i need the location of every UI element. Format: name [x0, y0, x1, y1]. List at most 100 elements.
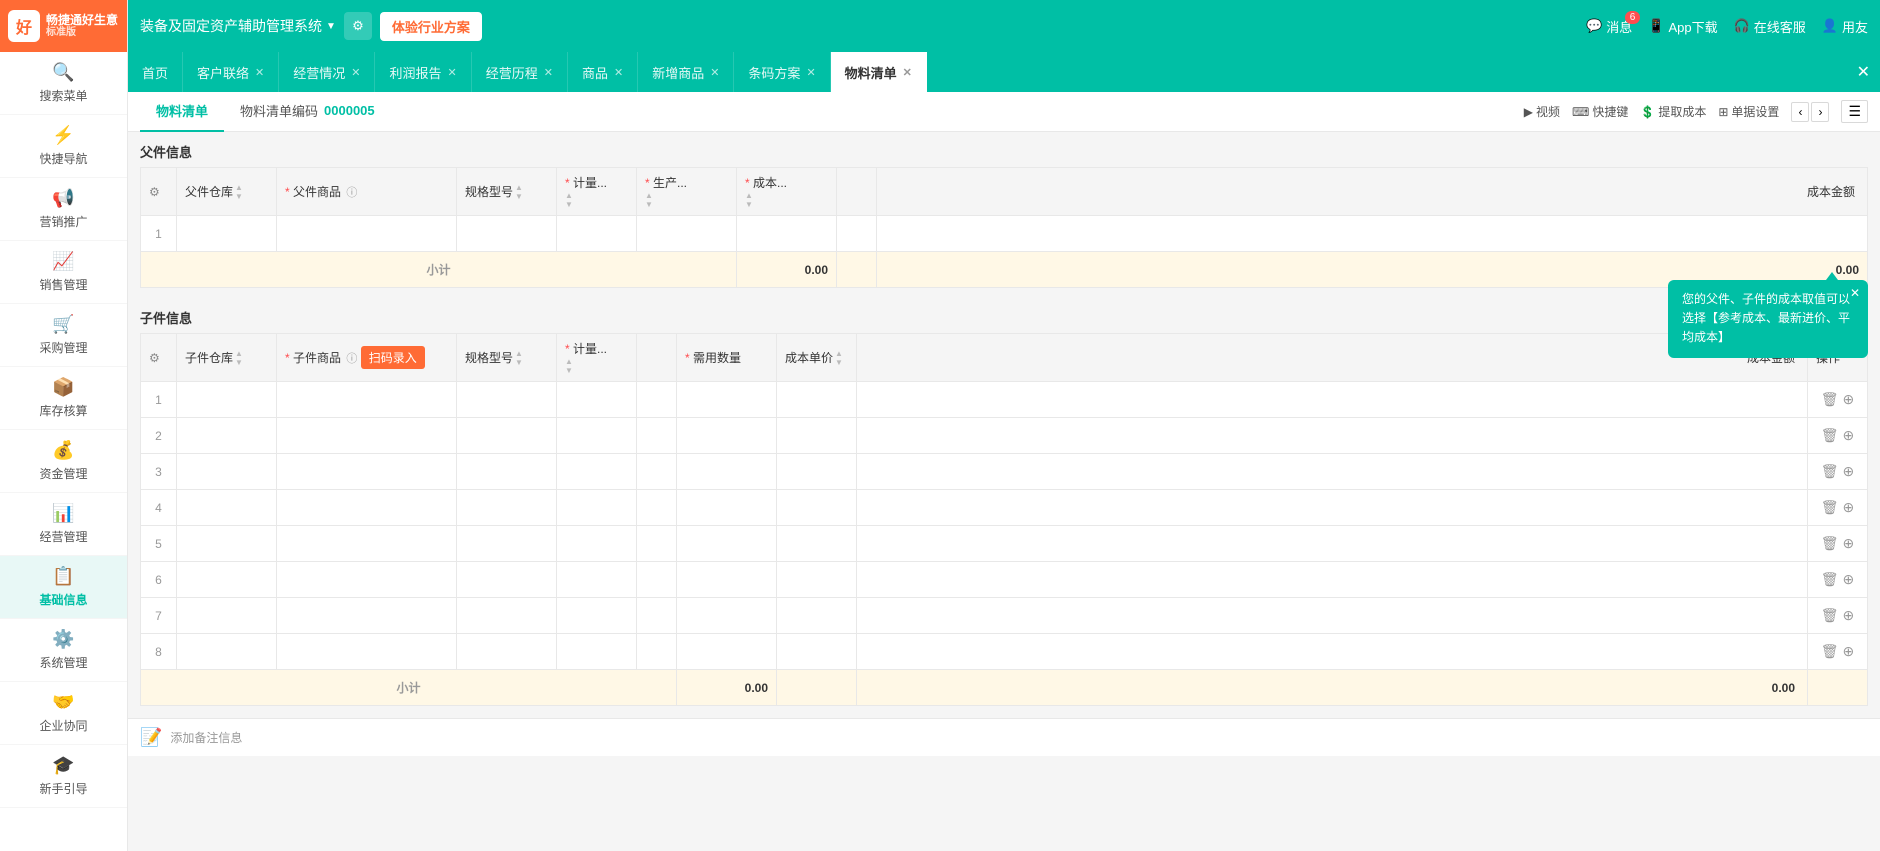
sidebar-item-0[interactable]: 🔍 搜索菜单	[0, 52, 127, 115]
child-needed-6[interactable]	[677, 598, 777, 634]
child-product-6[interactable]	[277, 598, 457, 634]
parent-product-cell[interactable]	[277, 216, 457, 252]
tab-material-code[interactable]: 物料清单编码 0000005	[224, 92, 391, 132]
nav-tab-8[interactable]: 物料清单✕	[831, 52, 927, 92]
child-warehouse-6[interactable]	[177, 598, 277, 634]
trial-button[interactable]: 体验行业方案	[380, 12, 482, 41]
child-amount-0[interactable]	[857, 382, 1808, 418]
delete-icon-4[interactable]: 🗑	[1821, 535, 1839, 552]
nav-tab-close-7[interactable]: ✕	[806, 66, 815, 79]
child-product-0[interactable]	[277, 382, 457, 418]
nav-tab-7[interactable]: 条码方案✕	[734, 52, 830, 92]
copy-icon-7[interactable]: ⊕	[1843, 643, 1855, 660]
child-cost-unit-0[interactable]	[777, 382, 857, 418]
sidebar-item-7[interactable]: 📊 经营管理	[0, 493, 127, 556]
tab-material-list[interactable]: 物料清单	[140, 92, 224, 132]
child-spec-1[interactable]	[457, 418, 557, 454]
child-measure-3[interactable]	[557, 490, 637, 526]
child-measure-1[interactable]	[557, 418, 637, 454]
sidebar-item-9[interactable]: ⚙️ 系统管理	[0, 619, 127, 682]
parent-cost-cell[interactable]	[737, 216, 837, 252]
sidebar-item-2[interactable]: 📢 营销推广	[0, 178, 127, 241]
child-cost-unit-4[interactable]	[777, 526, 857, 562]
child-settings-icon[interactable]: ⚙	[149, 351, 160, 365]
child-spec-5[interactable]	[457, 562, 557, 598]
parent-spec-cell[interactable]	[457, 216, 557, 252]
child-amount-2[interactable]	[857, 454, 1808, 490]
child-product-1[interactable]	[277, 418, 457, 454]
child-product-5[interactable]	[277, 562, 457, 598]
child-product-7[interactable]	[277, 634, 457, 670]
child-amount-4[interactable]	[857, 526, 1808, 562]
parent-amount-cell[interactable]	[877, 216, 1868, 252]
child-amount-6[interactable]	[857, 598, 1808, 634]
child-measure-2[interactable]	[557, 454, 637, 490]
nav-tab-0[interactable]: 首页	[128, 52, 183, 92]
nav-tab-1[interactable]: 客户联络✕	[183, 52, 279, 92]
child-cost-unit-6[interactable]	[777, 598, 857, 634]
sidebar-item-4[interactable]: 🛒 采购管理	[0, 304, 127, 367]
single-settings-action[interactable]: ⊞ 单据设置	[1718, 103, 1779, 120]
copy-icon-2[interactable]: ⊕	[1843, 463, 1855, 480]
bottom-bar-text[interactable]: 添加备注信息	[170, 729, 242, 746]
child-product-3[interactable]	[277, 490, 457, 526]
child-amount-5[interactable]	[857, 562, 1808, 598]
child-warehouse-0[interactable]	[177, 382, 277, 418]
child-cost-unit-7[interactable]	[777, 634, 857, 670]
sidebar-item-3[interactable]: 📈 销售管理	[0, 241, 127, 304]
child-needed-3[interactable]	[677, 490, 777, 526]
child-needed-0[interactable]	[677, 382, 777, 418]
sidebar-item-6[interactable]: 💰 资金管理	[0, 430, 127, 493]
child-cost-unit-3[interactable]	[777, 490, 857, 526]
copy-icon-5[interactable]: ⊕	[1843, 571, 1855, 588]
copy-icon-1[interactable]: ⊕	[1843, 427, 1855, 444]
child-needed-7[interactable]	[677, 634, 777, 670]
child-measure-4[interactable]	[557, 526, 637, 562]
child-needed-1[interactable]	[677, 418, 777, 454]
nav-tab-close-2[interactable]: ✕	[351, 66, 360, 79]
delete-icon-7[interactable]: 🗑	[1821, 643, 1839, 660]
nav-tab-4[interactable]: 经营历程✕	[472, 52, 568, 92]
child-spec-7[interactable]	[457, 634, 557, 670]
child-spec-3[interactable]	[457, 490, 557, 526]
child-warehouse-2[interactable]	[177, 454, 277, 490]
close-tooltip-button[interactable]: ✕	[1850, 284, 1860, 303]
parent-production-cell[interactable]	[637, 216, 737, 252]
sidebar-item-11[interactable]: 🎓 新手引导	[0, 745, 127, 808]
shortcut-action[interactable]: ⌨ 快捷键	[1572, 103, 1628, 120]
child-warehouse-3[interactable]	[177, 490, 277, 526]
child-warehouse-4[interactable]	[177, 526, 277, 562]
parent-settings-icon[interactable]: ⚙	[149, 185, 160, 199]
nav-tab-close-8[interactable]: ✕	[903, 66, 912, 79]
child-cost-unit-5[interactable]	[777, 562, 857, 598]
nav-tab-6[interactable]: 新增商品✕	[638, 52, 734, 92]
copy-icon-0[interactable]: ⊕	[1843, 391, 1855, 408]
sidebar-item-1[interactable]: ⚡ 快捷导航	[0, 115, 127, 178]
delete-icon-6[interactable]: 🗑	[1821, 607, 1839, 624]
online-service-button[interactable]: 🎧 在线客服	[1734, 17, 1806, 36]
user-menu-button[interactable]: 👤 用友	[1822, 17, 1868, 36]
nav-tab-5[interactable]: 商品✕	[568, 52, 638, 92]
view-action[interactable]: ▶ 视频	[1524, 103, 1560, 120]
next-page-button[interactable]: ›	[1811, 102, 1829, 122]
copy-icon-3[interactable]: ⊕	[1843, 499, 1855, 516]
child-needed-2[interactable]	[677, 454, 777, 490]
list-view-button[interactable]: ☰	[1841, 100, 1868, 123]
sidebar-item-10[interactable]: 🤝 企业协同	[0, 682, 127, 745]
nav-tab-close-5[interactable]: ✕	[614, 66, 623, 79]
message-button[interactable]: 💬 消息 6	[1586, 17, 1632, 36]
nav-tab-close-1[interactable]: ✕	[255, 66, 264, 79]
nav-tab-2[interactable]: 经营情况✕	[279, 52, 375, 92]
extract-cost-action[interactable]: 💲 提取成本	[1640, 103, 1706, 120]
child-warehouse-5[interactable]	[177, 562, 277, 598]
sidebar-item-8[interactable]: 📋 基础信息	[0, 556, 127, 619]
child-needed-4[interactable]	[677, 526, 777, 562]
delete-icon-2[interactable]: 🗑	[1821, 463, 1839, 480]
delete-icon-3[interactable]: 🗑	[1821, 499, 1839, 516]
delete-icon-1[interactable]: 🗑	[1821, 427, 1839, 444]
child-needed-5[interactable]	[677, 562, 777, 598]
system-dropdown-icon[interactable]: ▼	[326, 21, 336, 32]
child-spec-2[interactable]	[457, 454, 557, 490]
prev-page-button[interactable]: ‹	[1791, 102, 1809, 122]
close-all-tabs-button[interactable]: ✕	[1847, 62, 1880, 82]
